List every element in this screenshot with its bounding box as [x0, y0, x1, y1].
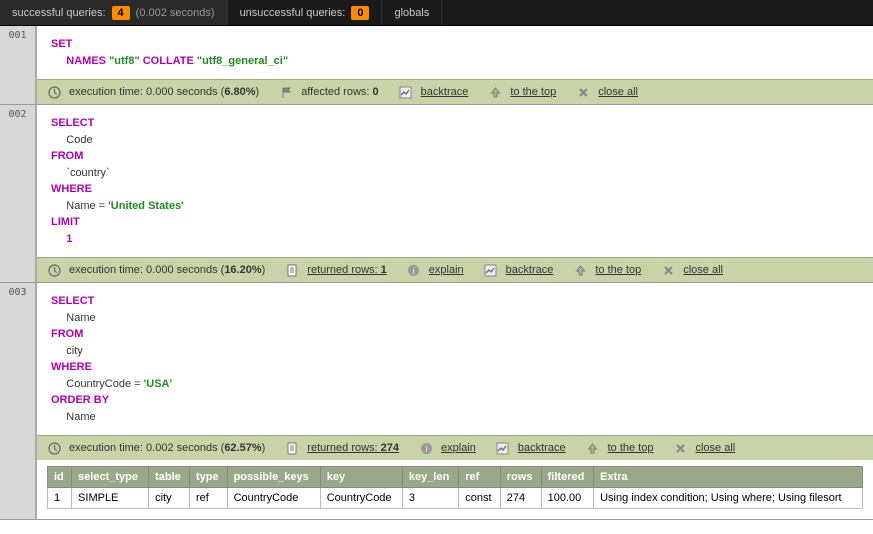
query-entry: 001SET NAMES "utf8" COLLATE "utf8_genera…	[0, 26, 873, 105]
topbar: successful queries: 4 (0.002 seconds) un…	[0, 0, 873, 26]
unsuccessful-count-badge: 0	[351, 6, 369, 20]
chart-icon	[399, 85, 413, 99]
sql-block: SET NAMES "utf8" COLLATE "utf8_general_c…	[37, 26, 873, 79]
close-all-link[interactable]: close all	[683, 264, 723, 276]
entry-number: 001	[0, 26, 36, 104]
query-statusbar: execution time: 0.002 seconds (62.57%) re…	[37, 435, 873, 460]
sql-block: SELECT Name FROM city WHERE CountryCode …	[37, 283, 873, 435]
flag-icon	[279, 85, 293, 99]
clock-icon	[47, 85, 61, 99]
up-arrow-icon	[488, 85, 502, 99]
query-entry: 002SELECT Code FROM `country` WHERE Name…	[0, 105, 873, 283]
unsuccessful-label: unsuccessful queries:	[240, 7, 346, 19]
explain-cell: CountryCode	[227, 488, 320, 509]
returned-rows-link[interactable]: returned rows: 1	[307, 264, 387, 276]
entry-body: SELECT Name FROM city WHERE CountryCode …	[36, 283, 873, 519]
to-top-link[interactable]: to the top	[595, 264, 641, 276]
explain-link[interactable]: explain	[441, 442, 476, 454]
explain-cell: 100.00	[541, 488, 593, 509]
backtrace-link[interactable]: backtrace	[421, 86, 469, 98]
backtrace-link[interactable]: backtrace	[506, 264, 554, 276]
close-icon	[576, 85, 590, 99]
explain-cell: CountryCode	[320, 488, 402, 509]
info-icon: i	[419, 441, 433, 455]
explain-header: rows	[500, 467, 541, 488]
explain-cell: SIMPLE	[72, 488, 149, 509]
entry-body: SELECT Code FROM `country` WHERE Name = …	[36, 105, 873, 282]
topbar-unsuccessful[interactable]: unsuccessful queries: 0	[228, 0, 383, 25]
entry-number: 002	[0, 105, 36, 282]
successful-label: successful queries:	[12, 7, 106, 19]
explain-header: possible_keys	[227, 467, 320, 488]
up-arrow-icon	[586, 441, 600, 455]
backtrace-link[interactable]: backtrace	[518, 442, 566, 454]
close-icon	[673, 441, 687, 455]
clock-icon	[47, 263, 61, 277]
exec-time: execution time: 0.000 seconds (6.80%)	[69, 86, 259, 98]
clock-icon	[47, 441, 61, 455]
sql-block: SELECT Code FROM `country` WHERE Name = …	[37, 105, 873, 257]
explain-cell: const	[459, 488, 501, 509]
explain-table: idselect_typetabletypepossible_keyskeyke…	[47, 466, 863, 509]
query-statusbar: execution time: 0.000 seconds (16.20%) re…	[37, 257, 873, 282]
document-icon	[285, 441, 299, 455]
explain-cell: 274	[500, 488, 541, 509]
explain-header: id	[48, 467, 72, 488]
returned-rows-link[interactable]: returned rows: 274	[307, 442, 399, 454]
explain-header: type	[189, 467, 227, 488]
affected-rows: affected rows: 0	[301, 86, 378, 98]
explain-header: Extra	[594, 467, 863, 488]
explain-row: 1SIMPLEcityrefCountryCodeCountryCode3con…	[48, 488, 863, 509]
globals-label: globals	[394, 7, 429, 19]
explain-cell: ref	[189, 488, 227, 509]
explain-header: table	[149, 467, 190, 488]
up-arrow-icon	[573, 263, 587, 277]
explain-header: filtered	[541, 467, 593, 488]
explain-header: ref	[459, 467, 501, 488]
explain-cell: city	[149, 488, 190, 509]
exec-time: execution time: 0.000 seconds (16.20%)	[69, 264, 265, 276]
topbar-globals[interactable]: globals	[382, 0, 442, 25]
successful-time: (0.002 seconds)	[136, 7, 215, 19]
close-all-link[interactable]: close all	[598, 86, 638, 98]
topbar-successful[interactable]: successful queries: 4 (0.002 seconds)	[0, 0, 228, 25]
close-icon	[661, 263, 675, 277]
query-entry: 003SELECT Name FROM city WHERE CountryCo…	[0, 283, 873, 520]
explain-header: select_type	[72, 467, 149, 488]
query-statusbar: execution time: 0.000 seconds (6.80%) aff…	[37, 79, 873, 104]
explain-cell: Using index condition; Using where; Usin…	[594, 488, 863, 509]
exec-time: execution time: 0.002 seconds (62.57%)	[69, 442, 265, 454]
close-all-link[interactable]: close all	[695, 442, 735, 454]
explain-header: key_len	[402, 467, 458, 488]
successful-count-badge: 4	[112, 6, 130, 20]
chart-icon	[484, 263, 498, 277]
chart-icon	[496, 441, 510, 455]
to-top-link[interactable]: to the top	[510, 86, 556, 98]
explain-header: key	[320, 467, 402, 488]
explain-link[interactable]: explain	[429, 264, 464, 276]
entry-number: 003	[0, 283, 36, 519]
explain-cell: 3	[402, 488, 458, 509]
entry-body: SET NAMES "utf8" COLLATE "utf8_general_c…	[36, 26, 873, 104]
info-icon: i	[407, 263, 421, 277]
document-icon	[285, 263, 299, 277]
explain-cell: 1	[48, 488, 72, 509]
to-top-link[interactable]: to the top	[608, 442, 654, 454]
